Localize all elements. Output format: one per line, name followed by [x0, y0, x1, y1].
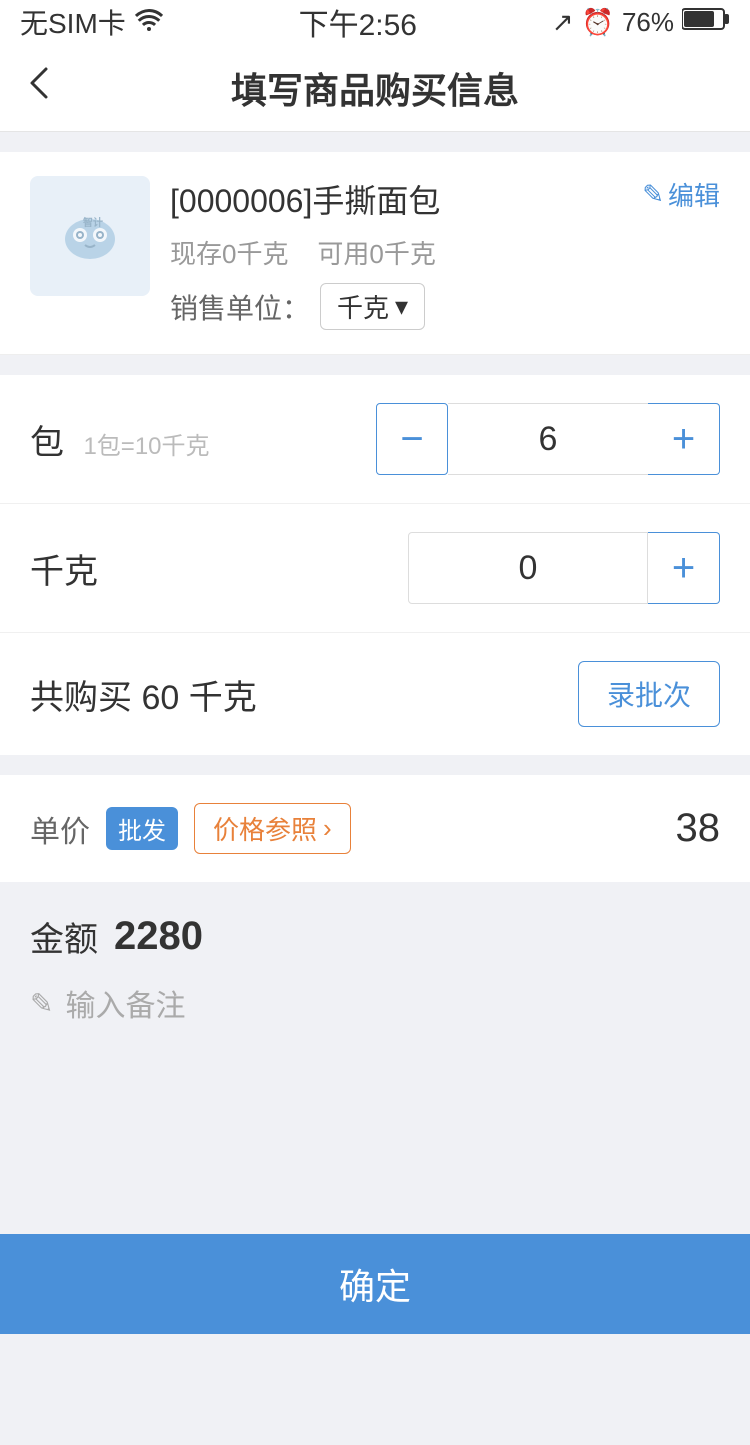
chevron-down-icon: ▾ [395, 291, 408, 322]
edit-button[interactable]: ✎ 编辑 [642, 176, 720, 213]
product-unit-row: 销售单位： 千克 ▾ [170, 283, 622, 330]
price-ref-button[interactable]: 价格参照 › [194, 803, 351, 854]
kg-increment-button[interactable]: + [648, 532, 720, 604]
battery-icon [682, 7, 730, 38]
remark-row[interactable]: ✎ 输入备注 [30, 981, 720, 1025]
batch-button[interactable]: 录批次 [578, 661, 720, 727]
total-row: 共购买 60 千克 录批次 [0, 633, 750, 755]
kg-controls: + [408, 532, 720, 604]
bao-decrement-button[interactable]: − [376, 403, 448, 475]
nav-bar: 填写商品购买信息 [0, 44, 750, 132]
confirm-button-label: 确定 [339, 1258, 411, 1310]
product-info: [0000006]手撕面包 现存0千克 可用0千克 销售单位： 千克 ▾ [170, 176, 622, 330]
remark-placeholder: 输入备注 [65, 981, 185, 1025]
unit-label: 销售单位： [170, 287, 310, 327]
bao-label: 包 1包=10千克 [30, 415, 376, 464]
status-left: 无SIM卡 [20, 2, 164, 42]
product-logo-icon: 智计 [55, 211, 125, 261]
bao-hint: 1包=10千克 [83, 433, 209, 460]
amount-row: 金额 2280 [30, 912, 720, 961]
kg-input[interactable] [408, 532, 648, 604]
amount-section: 金额 2280 ✎ 输入备注 [0, 882, 750, 1045]
product-card: 智计 [0000006]手撕面包 现存0千克 可用0千克 销售单位： 千克 ▾ … [0, 152, 750, 355]
price-value: 38 [676, 806, 721, 851]
bao-qty-row: 包 1包=10千克 − + [0, 375, 750, 504]
edit-icon: ✎ [642, 179, 664, 210]
price-type-tag: 批发 [106, 807, 178, 850]
price-label: 单价 [30, 807, 90, 851]
amount-label: 金额 [30, 912, 98, 961]
amount-value: 2280 [114, 914, 203, 959]
status-right: ↗ ⏰ 76% [552, 7, 730, 38]
unit-selector[interactable]: 千克 ▾ [320, 283, 425, 330]
alarm-icon: ⏰ [582, 7, 614, 38]
product-stock: 现存0千克 可用0千克 [170, 234, 622, 271]
bao-input[interactable] [448, 403, 648, 475]
back-button[interactable] [24, 61, 52, 115]
pencil-icon: ✎ [30, 987, 53, 1020]
svg-text:智计: 智计 [83, 216, 103, 229]
status-bar: 无SIM卡 下午2:56 ↗ ⏰ 76% [0, 0, 750, 44]
location-icon: ↗ [552, 7, 574, 38]
page-title: 填写商品购买信息 [231, 62, 519, 114]
chevron-right-icon: › [323, 813, 332, 844]
quantity-section: 包 1包=10千克 − + 千克 + 共购买 60 千克 录批次 [0, 375, 750, 755]
battery-label: 76% [622, 7, 674, 38]
bao-controls: − + [376, 403, 720, 475]
price-section: 单价 批发 价格参照 › 38 [0, 775, 750, 882]
confirm-bar[interactable]: 确定 [0, 1234, 750, 1334]
status-time: 下午2:56 [299, 0, 417, 44]
kg-label: 千克 [30, 544, 408, 593]
carrier-label: 无SIM卡 [20, 2, 126, 42]
wifi-icon [134, 6, 164, 38]
product-image: 智计 [30, 176, 150, 296]
total-text: 共购买 60 千克 [30, 670, 578, 719]
product-name: [0000006]手撕面包 [170, 176, 622, 222]
bao-increment-button[interactable]: + [648, 403, 720, 475]
kg-qty-row: 千克 + [0, 504, 750, 633]
